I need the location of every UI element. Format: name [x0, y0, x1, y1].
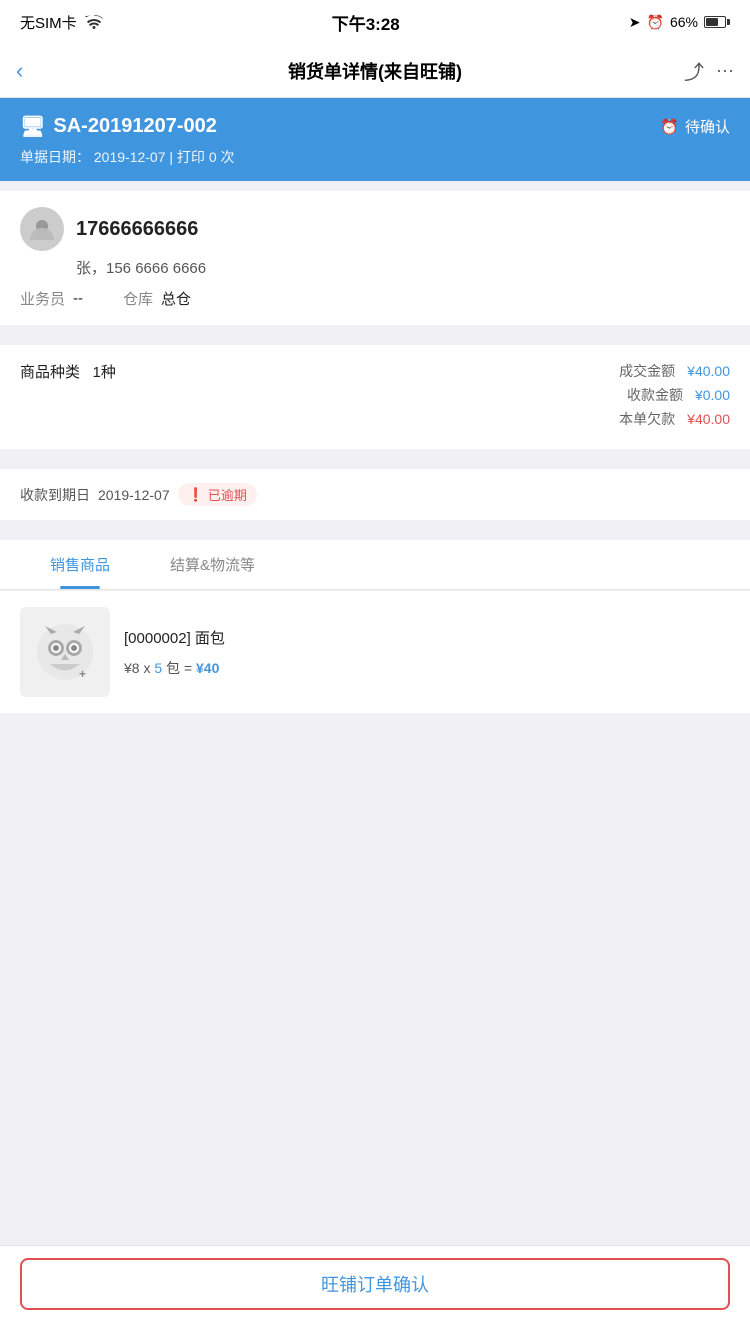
- due-section: 收款到期日 2019-12-07 ❗ 已逾期: [0, 469, 750, 520]
- bottom-spacer: [0, 713, 750, 833]
- customer-meta: 业务员 -- 仓库 总仓: [20, 288, 730, 309]
- due-date-value: 2019-12-07: [98, 487, 170, 503]
- alarm-icon: ⏰: [647, 14, 664, 31]
- summary-section: 商品种类 1种 成交金额 ¥40.00 收款金额 ¥0.00 本单欠款 ¥40.…: [0, 345, 750, 449]
- order-status: ⏰ 待确认: [660, 116, 730, 137]
- confirm-button[interactable]: 旺铺订单确认: [20, 1258, 730, 1310]
- product-section: + [0000002] 面包 ¥8 x 5 包 = ¥40: [0, 591, 750, 713]
- order-date-value: 2019-12-07: [94, 149, 166, 165]
- customer-name: 张，156 6666 6666: [76, 257, 730, 278]
- svg-text:+: +: [79, 667, 86, 681]
- product-type-value: 1种: [93, 364, 116, 381]
- tabs: 销售商品 结算&物流等: [0, 540, 750, 589]
- nav-actions: ⤴ ···: [674, 56, 734, 85]
- location-icon: ➤: [629, 14, 641, 31]
- status-clock-icon: ⏰: [660, 118, 679, 136]
- wifi-icon: [85, 15, 103, 29]
- divider-3: [0, 520, 750, 530]
- nav-title: 销货单详情(来自旺铺): [76, 58, 674, 84]
- tab-products[interactable]: 销售商品: [20, 540, 140, 589]
- unit: 包: [166, 660, 180, 676]
- status-right: ➤ ⏰ 66%: [629, 14, 730, 31]
- overdue-badge: ❗ 已逾期: [178, 483, 257, 506]
- owe-label: 本单欠款: [619, 409, 675, 429]
- user-icon: [29, 216, 55, 242]
- salesperson-item: 业务员 --: [20, 288, 83, 309]
- date-label: 单据日期：: [20, 149, 90, 165]
- collect-amount: ¥0.00: [695, 387, 730, 403]
- avatar: [20, 207, 64, 251]
- tabs-container: 销售商品 结算&物流等: [0, 540, 750, 590]
- status-left: 无SIM卡: [20, 12, 103, 33]
- product-code: [0000002]: [124, 630, 191, 647]
- salesperson-label: 业务员: [20, 288, 65, 309]
- summary-row-deal: 成交金额 ¥40.00: [619, 361, 730, 381]
- print-text: | 打印 0 次: [169, 149, 234, 165]
- order-status-text: 待确认: [685, 116, 730, 137]
- warehouse-value: 总仓: [161, 288, 191, 309]
- collect-label: 收款金额: [627, 385, 683, 405]
- warehouse-label: 仓库: [123, 288, 153, 309]
- customer-top: 17666666666: [20, 207, 730, 251]
- deal-label: 成交金额: [619, 361, 675, 381]
- overdue-text: 已逾期: [208, 485, 247, 504]
- order-id-text: SA-20191207-002: [53, 115, 216, 138]
- deal-amount: ¥40.00: [687, 363, 730, 379]
- due-date-label: 收款到期日: [20, 485, 90, 505]
- battery-icon: [704, 16, 730, 28]
- summary-row-collect: 收款金额 ¥0.00: [619, 385, 730, 405]
- product-name: [0000002] 面包: [124, 627, 730, 648]
- product-title: 面包: [195, 630, 225, 647]
- carrier-text: 无SIM卡: [20, 12, 77, 33]
- nav-bar: ‹ 销货单详情(来自旺铺) ⤴ ···: [0, 44, 750, 98]
- multiply-sign: x: [143, 660, 154, 676]
- summary-left: 商品种类 1种: [20, 361, 116, 382]
- product-type-label: 商品种类: [20, 364, 80, 381]
- customer-section: 17666666666 张，156 6666 6666 业务员 -- 仓库 总仓: [0, 191, 750, 325]
- unit-price: ¥8: [124, 660, 140, 676]
- divider-2: [0, 449, 750, 459]
- bottom-bar: 旺铺订单确认: [0, 1245, 750, 1334]
- tab-settlement[interactable]: 结算&物流等: [140, 540, 285, 589]
- confirm-button-label: 旺铺订单确认: [321, 1271, 429, 1297]
- order-header-top: 🖥 SA-20191207-002 ⏰ 待确认: [20, 114, 730, 139]
- total-price: ¥40: [196, 660, 219, 676]
- summary-row-owe: 本单欠款 ¥40.00: [619, 409, 730, 429]
- tab-settlement-label: 结算&物流等: [170, 557, 255, 574]
- order-icon: 🖥: [20, 114, 45, 139]
- nav-back[interactable]: ‹: [16, 58, 76, 84]
- order-id: 🖥 SA-20191207-002: [20, 114, 217, 139]
- status-bar: 无SIM卡 下午3:28 ➤ ⏰ 66%: [0, 0, 750, 44]
- tab-products-label: 销售商品: [50, 557, 110, 574]
- divider-1: [0, 325, 750, 335]
- product-thumbnail: +: [20, 607, 110, 697]
- product-image: +: [35, 622, 95, 682]
- warehouse-item: 仓库 总仓: [123, 288, 191, 309]
- product-item: + [0000002] 面包 ¥8 x 5 包 = ¥40: [0, 591, 750, 713]
- back-chevron[interactable]: ‹: [16, 58, 23, 84]
- status-time: 下午3:28: [332, 10, 400, 35]
- product-price: ¥8 x 5 包 = ¥40: [124, 658, 730, 678]
- salesperson-value: --: [73, 290, 83, 307]
- order-header: 🖥 SA-20191207-002 ⏰ 待确认 单据日期： 2019-12-07…: [0, 98, 750, 181]
- summary-right: 成交金额 ¥40.00 收款金额 ¥0.00 本单欠款 ¥40.00: [619, 361, 730, 433]
- product-info: [0000002] 面包 ¥8 x 5 包 = ¥40: [124, 627, 730, 678]
- more-icon[interactable]: ···: [716, 60, 734, 81]
- share-icon[interactable]: ⤴: [684, 56, 704, 85]
- owe-amount: ¥40.00: [687, 411, 730, 427]
- order-date: 单据日期： 2019-12-07 | 打印 0 次: [20, 147, 730, 167]
- quantity: 5: [154, 660, 162, 676]
- equals-sign: =: [184, 660, 196, 676]
- customer-phone: 17666666666: [76, 218, 198, 241]
- overdue-icon: ❗: [188, 487, 204, 503]
- battery-percent: 66%: [670, 14, 698, 30]
